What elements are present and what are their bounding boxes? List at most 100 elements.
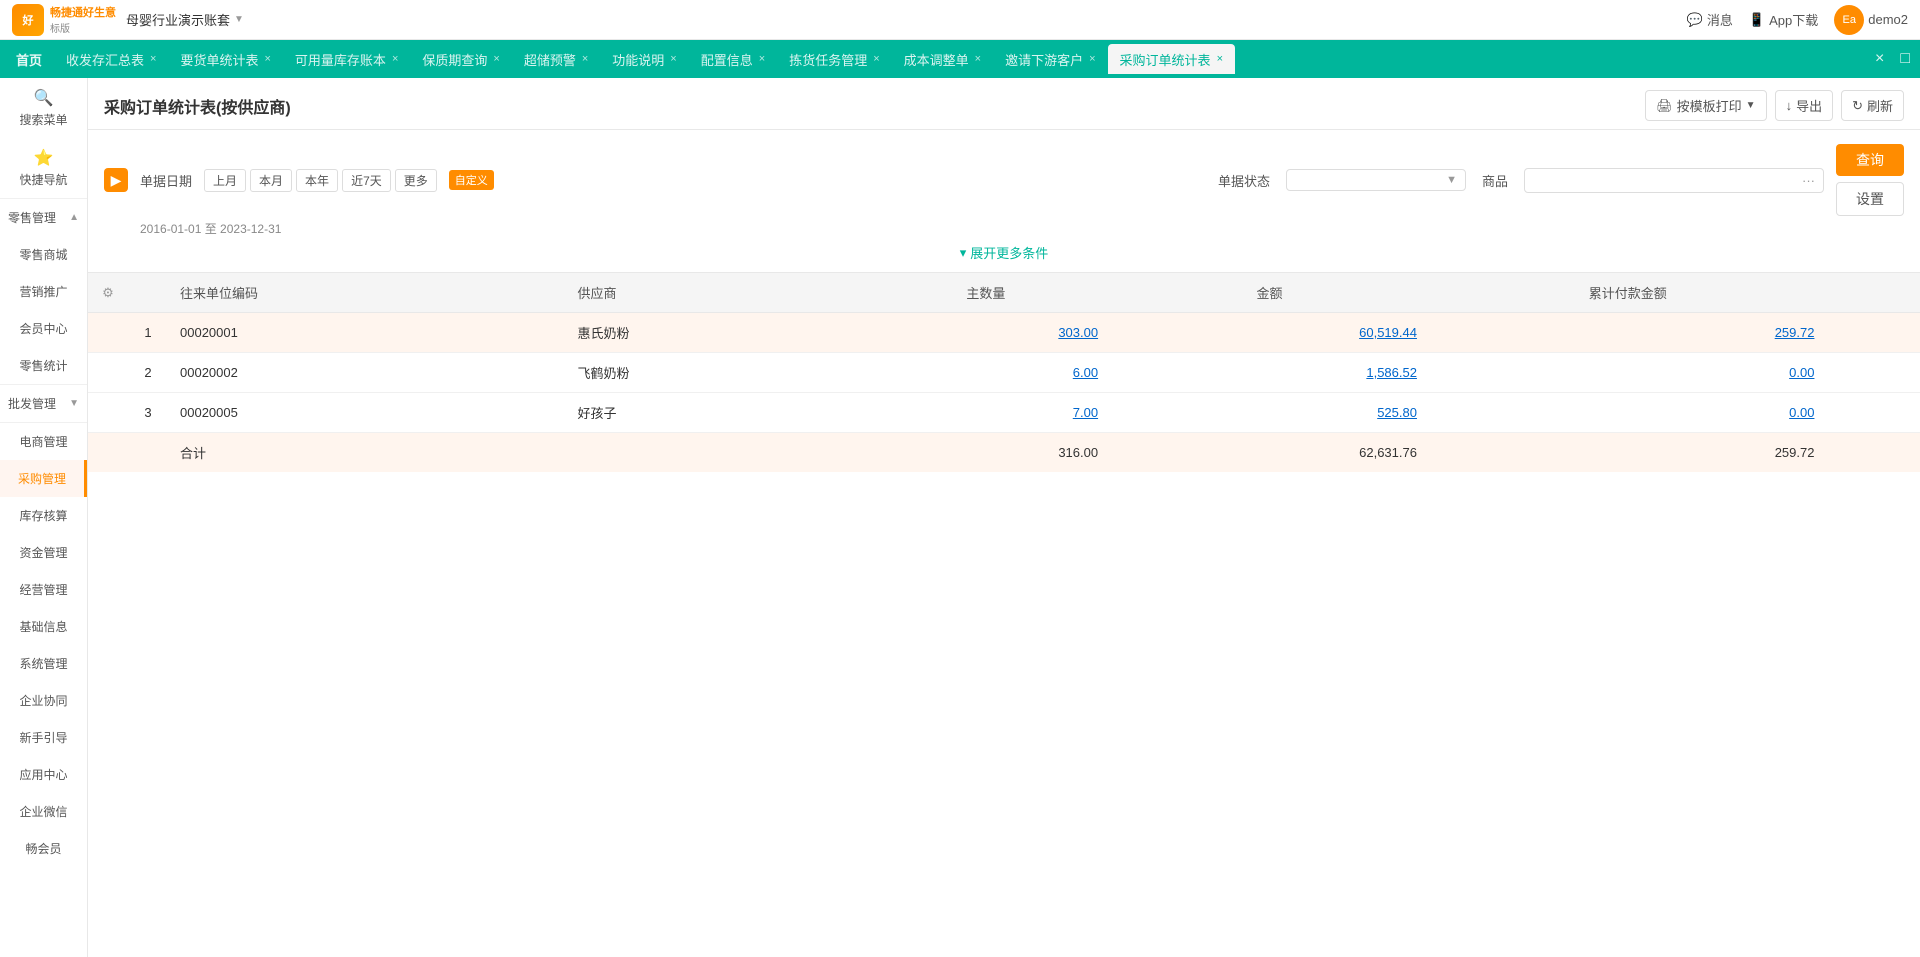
footer-paid-amount: 259.72 [1429,433,1826,473]
sidebar-item-retail-mall[interactable]: 零售商城 [0,236,87,273]
workspace-selector[interactable]: 母婴行业演示账套 ▼ [126,10,244,29]
tab-available-stock[interactable]: 可用量库存账本 × [283,44,410,74]
user-area[interactable]: Ea demo2 [1834,5,1908,35]
close-tab-icon[interactable]: × [392,53,398,65]
page-title: 采购订单统计表(按供应商) [104,94,291,118]
supplier-code-column-header: 往来单位编码 [168,273,565,313]
top-bar: 好 畅捷通好生意 标版 母婴行业演示账套 ▼ 💬 消息 📱 App下载 Ea d… [0,0,1920,40]
close-tab-icon[interactable]: × [759,53,765,65]
close-tab-active-icon[interactable]: × [1217,53,1223,65]
printer-icon: 🖨 [1656,98,1673,114]
message-button[interactable]: 💬 消息 [1687,10,1733,29]
tab-receipt-summary[interactable]: 收发存汇总表 × [54,44,168,74]
window-close-button[interactable]: × [1869,48,1890,70]
row-supplier-code: 00020001 [168,313,565,353]
sidebar-item-finance[interactable]: 资金管理 [0,534,87,571]
row-supplier-name: 惠氏奶粉 [565,313,861,353]
date-btn-more[interactable]: 更多 [395,169,437,192]
date-btn-this-year[interactable]: 本年 [296,169,338,192]
close-tab-icon[interactable]: × [493,53,499,65]
extra-column-header [1826,273,1920,313]
sidebar-item-purchase[interactable]: 采购管理 [0,460,87,497]
sidebar-item-retail-stat[interactable]: 零售统计 [0,347,87,384]
close-tab-icon[interactable]: × [264,53,270,65]
sidebar-item-chang-member[interactable]: 畅会员 [0,830,87,867]
sidebar-item-ecommerce[interactable]: 电商管理 [0,423,87,460]
tab-overstock[interactable]: 超储预警 × [512,44,600,74]
download-icon: 📱 [1749,12,1765,28]
tab-function-desc[interactable]: 功能说明 × [600,44,688,74]
avatar: Ea [1834,5,1864,35]
row-quantity[interactable]: 6.00 [862,353,1110,393]
row-settings [88,393,128,433]
row-settings [88,353,128,393]
tab-shelf-life[interactable]: 保质期查询 × [410,44,511,74]
sidebar-item-member[interactable]: 会员中心 [0,310,87,347]
row-amount[interactable]: 60,519.44 [1110,313,1429,353]
export-icon: ↓ [1786,98,1793,113]
filter-row-1: ▶ 单据日期 上月 本月 本年 近7天 更多 自定义 单据状态 ▼ [104,140,1904,220]
date-btn-7days[interactable]: 近7天 [342,169,391,192]
close-tab-icon[interactable]: × [670,53,676,65]
amount-column-header: 金额 [1110,273,1429,313]
filter-toggle-button[interactable]: ▶ [104,168,128,192]
tab-cost-adjust[interactable]: 成本调整单 × [892,44,993,74]
date-label: 单据日期 [140,171,192,190]
row-amount[interactable]: 1,586.52 [1110,353,1429,393]
date-btn-this-month[interactable]: 本月 [250,169,292,192]
close-tab-icon[interactable]: × [975,53,981,65]
row-quantity[interactable]: 7.00 [862,393,1110,433]
tab-order-stat[interactable]: 要货单统计表 × [168,44,282,74]
logo-text: 畅捷通好生意 标版 [50,4,116,35]
sidebar-item-wechat[interactable]: 企业微信 [0,793,87,830]
app-download-button[interactable]: 📱 App下载 [1749,10,1818,29]
template-print-button[interactable]: 🖨 按模板打印 ▼ [1645,90,1766,121]
toggle-icon: ▶ [111,172,122,189]
dropdown-icon: ▼ [1746,100,1756,111]
sidebar-item-app-center[interactable]: 应用中心 [0,756,87,793]
row-extra [1826,313,1920,353]
search-icon: 🔍 [34,88,54,108]
sidebar-item-search[interactable]: 🔍 搜索菜单 [0,78,87,138]
row-paid-amount[interactable]: 0.00 [1429,353,1826,393]
tab-invite-customer[interactable]: 邀请下游客户 × [993,44,1107,74]
sidebar-item-inventory[interactable]: 库存核算 [0,497,87,534]
date-btn-last-month[interactable]: 上月 [204,169,246,192]
row-paid-amount[interactable]: 0.00 [1429,393,1826,433]
expand-conditions-button[interactable]: ▾ 展开更多条件 [960,243,1049,262]
close-tab-icon[interactable]: × [1089,53,1095,65]
export-button[interactable]: ↓ 导出 [1775,90,1834,121]
goods-label: 商品 [1482,171,1508,190]
settings-button[interactable]: 设置 [1836,182,1904,216]
sidebar-item-shortcut[interactable]: ⭐ 快捷导航 [0,138,87,198]
window-maximize-button[interactable]: □ [1894,48,1916,70]
row-quantity[interactable]: 303.00 [862,313,1110,353]
sidebar-item-marketing[interactable]: 营销推广 [0,273,87,310]
status-label: 单据状态 [1218,171,1270,190]
settings-column-header: ⚙ [88,273,128,313]
goods-input[interactable]: ··· [1524,168,1824,193]
sidebar-item-system[interactable]: 系统管理 [0,645,87,682]
query-button[interactable]: 查询 [1836,144,1904,176]
sidebar-item-operation[interactable]: 经营管理 [0,571,87,608]
close-tab-icon[interactable]: × [873,53,879,65]
close-tab-icon[interactable]: × [150,53,156,65]
row-extra [1826,393,1920,433]
sidebar-item-enterprise[interactable]: 企业协同 [0,682,87,719]
row-index: 1 [128,313,168,353]
sidebar-item-newbie[interactable]: 新手引导 [0,719,87,756]
refresh-button[interactable]: ↻ 刷新 [1841,90,1904,121]
status-select[interactable]: ▼ [1286,169,1466,191]
tab-config-info[interactable]: 配置信息 × [689,44,777,74]
close-tab-icon[interactable]: × [582,53,588,65]
row-amount[interactable]: 525.80 [1110,393,1429,433]
row-paid-amount[interactable]: 259.72 [1429,313,1826,353]
tab-pick-task[interactable]: 拣货任务管理 × [777,44,891,74]
tab-purchase-order-stat[interactable]: 采购订单统计表 × [1108,44,1235,74]
tab-home[interactable]: 首页 [4,44,54,74]
sidebar-item-wholesale[interactable]: 批发管理 ▼ [0,385,87,422]
sidebar-item-basic-info[interactable]: 基础信息 [0,608,87,645]
column-settings-icon[interactable]: ⚙ [102,285,114,300]
table-header-row: ⚙ 往来单位编码 供应商 主数量 金额 累计付款金额 [88,273,1920,313]
sidebar-item-retail[interactable]: 零售管理 ▲ [0,199,87,236]
